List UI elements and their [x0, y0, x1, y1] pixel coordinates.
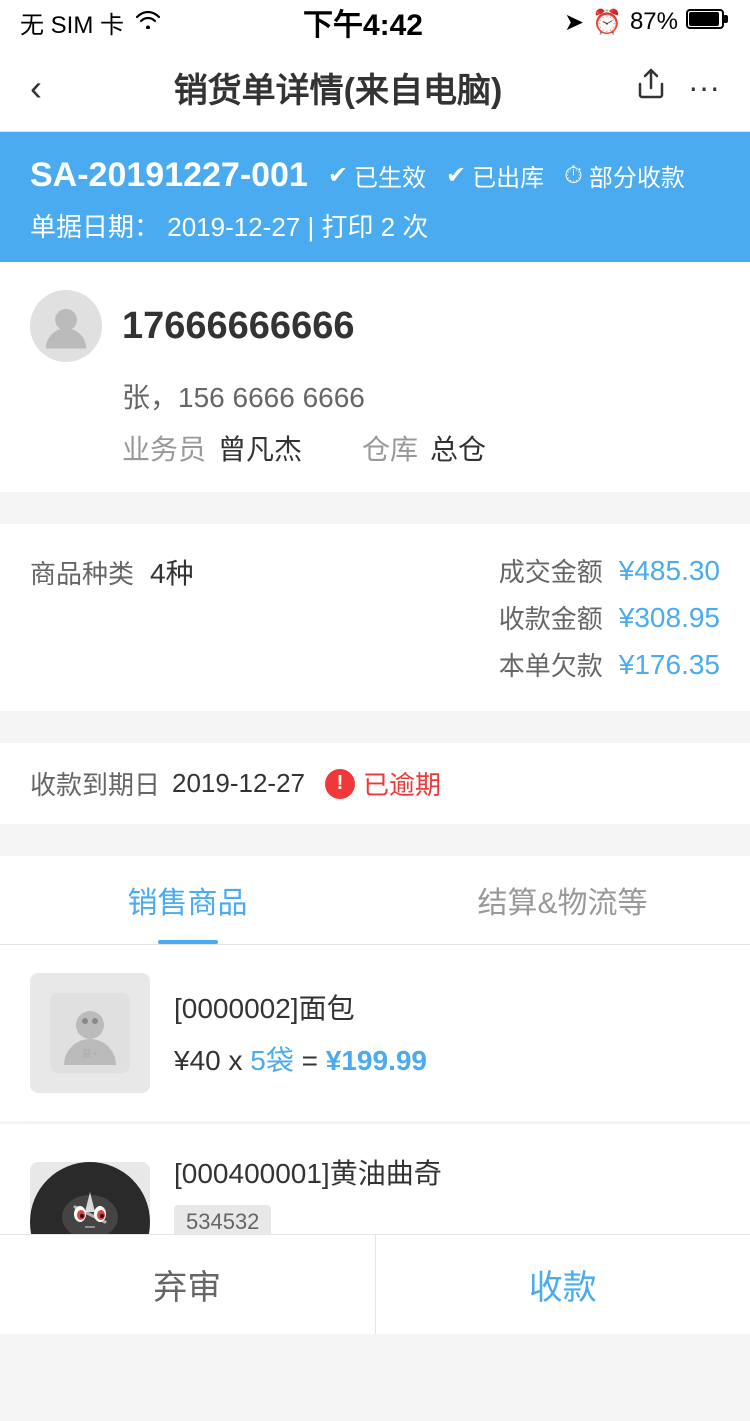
order-date-info: 单据日期： 2019-12-27 | 打印 2 次	[30, 207, 720, 244]
product-name-1: [0000002]面包	[174, 987, 720, 1027]
divider-2	[0, 727, 750, 743]
status-bar-right: ➤ ⏰ 87%	[564, 7, 730, 38]
wifi-icon	[134, 8, 162, 36]
alarm-icon: ⏰	[592, 8, 622, 37]
bottom-spacer	[0, 1321, 750, 1421]
divider-3	[0, 824, 750, 840]
overdue-icon: !	[325, 769, 355, 799]
nav-bar: ‹ 销货单详情(来自电脑) ···	[0, 44, 750, 132]
type-count: 4种	[150, 552, 194, 592]
product-name-2: [000400001]黄油曲奇	[174, 1152, 720, 1192]
status-bar-time: 下午4:42	[303, 0, 423, 44]
clock-icon: ⏱	[564, 162, 583, 190]
customer-section: 17666666666 张，156 6666 6666 业务员 曾凡杰 仓库 总…	[0, 262, 750, 492]
bottom-bar: 弃审 收款	[0, 1234, 750, 1334]
battery-icon	[686, 7, 730, 38]
warehouse-label: 仓库	[362, 428, 418, 468]
nav-actions: ···	[634, 67, 720, 109]
payment-button[interactable]: 收款	[376, 1235, 750, 1334]
tab-sales-products[interactable]: 销售商品	[0, 856, 375, 944]
customer-name: 张，156 6666 6666	[30, 376, 720, 416]
salesperson-label: 业务员	[122, 428, 206, 468]
divider-1	[0, 508, 750, 524]
status-bar-left: 无 SIM 卡	[20, 5, 162, 40]
owed-value: ¥176.35	[619, 649, 720, 681]
check-icon-2: ✔	[446, 161, 466, 190]
type-label: 商品种类	[30, 554, 134, 591]
share-icon[interactable]	[634, 67, 668, 109]
due-label: 收款到期日	[30, 765, 160, 802]
tabs-section: 销售商品 结算&物流等	[0, 856, 750, 945]
svg-text:益+: 益+	[82, 1047, 98, 1060]
status-badge-2: ✔ 已出库	[446, 158, 544, 193]
status-badge-3: ⏱ 部分收款	[564, 158, 685, 193]
customer-phone: 17666666666	[122, 305, 354, 348]
page-title: 销货单详情(来自电脑)	[174, 63, 503, 112]
owed-label: 本单欠款	[499, 646, 603, 683]
due-section: 收款到期日 2019-12-27 ! 已逾期	[0, 743, 750, 824]
due-date: 2019-12-27	[172, 768, 305, 799]
reject-button[interactable]: 弃审	[0, 1235, 376, 1334]
received-label: 收款金额	[499, 599, 603, 636]
received-value: ¥308.95	[619, 602, 720, 634]
no-sim-text: 无 SIM 卡	[20, 5, 124, 40]
status-bar: 无 SIM 卡 下午4:42 ➤ ⏰ 87%	[0, 0, 750, 44]
location-icon: ➤	[564, 8, 584, 37]
overdue-badge: ! 已逾期	[325, 765, 441, 802]
back-button[interactable]: ‹	[30, 67, 42, 109]
amount-label: 成交金额	[499, 552, 603, 589]
check-icon-1: ✔	[328, 161, 348, 190]
more-icon[interactable]: ···	[688, 69, 720, 106]
customer-meta: 业务员 曾凡杰 仓库 总仓	[30, 428, 720, 468]
header-banner: SA-20191227-001 ✔ 已生效 ✔ 已出库 ⏱ 部分收款 单据日期：…	[0, 132, 750, 262]
overdue-text: 已逾期	[363, 765, 441, 802]
product-thumb-1: 益+	[30, 973, 150, 1093]
order-number: SA-20191227-001	[30, 156, 308, 195]
warehouse-value: 总仓	[430, 428, 486, 468]
salesperson-value: 曾凡杰	[218, 428, 302, 468]
product-info-1: [0000002]面包 ¥40 x 5袋 = ¥199.99	[174, 987, 720, 1079]
stats-section: 商品种类 4种 成交金额 ¥485.30 收款金额 ¥308.95 本单欠款 ¥…	[0, 524, 750, 711]
product-price-1: ¥40 x 5袋 = ¥199.99	[174, 1039, 720, 1079]
amount-value: ¥485.30	[619, 555, 720, 587]
tab-settlement[interactable]: 结算&物流等	[375, 856, 750, 944]
avatar	[30, 290, 102, 362]
battery-text: 87%	[630, 8, 678, 36]
status-badge-1: ✔ 已生效	[328, 158, 426, 193]
product-item: 益+ [0000002]面包 ¥40 x 5袋 = ¥199.99	[0, 945, 750, 1121]
